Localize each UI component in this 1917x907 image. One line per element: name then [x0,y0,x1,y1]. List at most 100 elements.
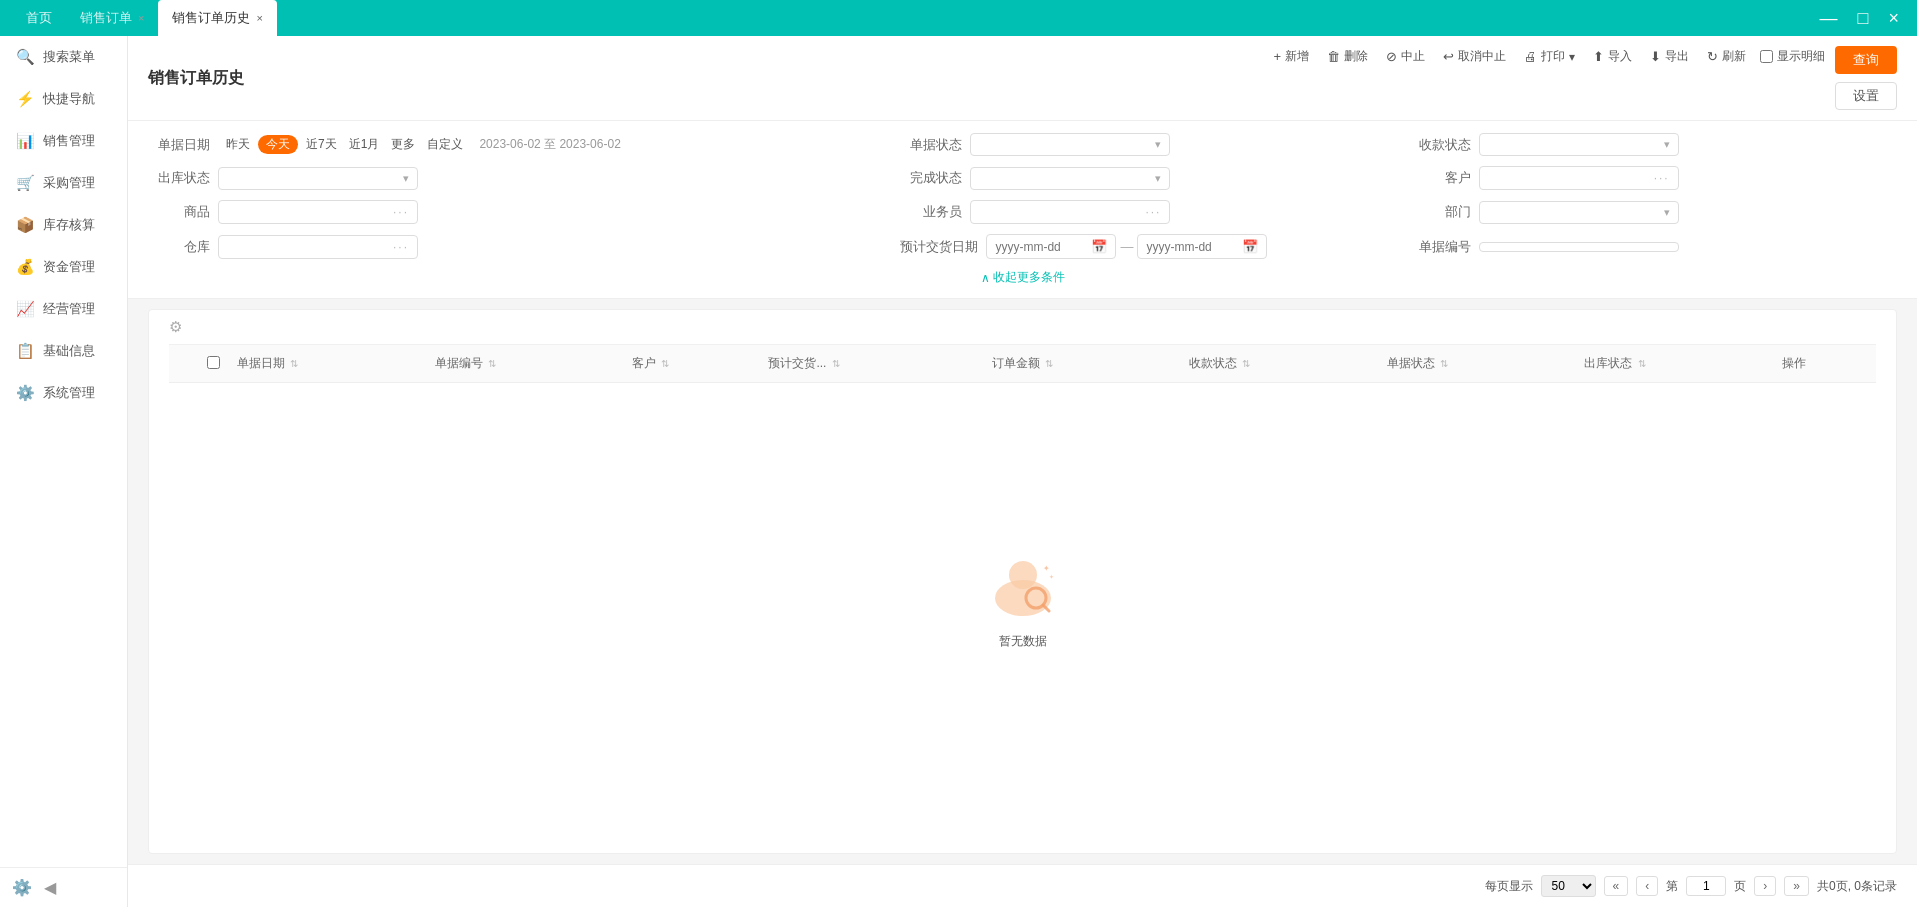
new-icon: + [1273,49,1281,64]
topbar-maximize-button[interactable]: □ [1852,8,1875,29]
tab-sales-order[interactable]: 销售订单 × [66,0,158,36]
stop-button[interactable]: ⊘ 中止 [1382,46,1429,67]
department-select[interactable]: ▾ [1479,201,1679,224]
completion-status-select[interactable]: ▾ [970,167,1170,190]
collapse-button[interactable]: ∧ 收起更多条件 [981,269,1065,286]
topbar-close-button[interactable]: — [1814,8,1844,29]
first-page-button[interactable]: « [1604,876,1629,896]
date-more[interactable]: 更多 [387,135,419,154]
date-yesterday[interactable]: 昨天 [222,135,254,154]
sidebar-item-finance[interactable]: 💰 资金管理 [0,246,127,288]
new-label: 新增 [1285,48,1309,65]
expected-delivery-end-field[interactable] [1146,240,1236,254]
query-button[interactable]: 查询 [1835,46,1897,74]
next-page-button[interactable]: › [1754,876,1776,896]
th-date[interactable]: 单据日期 ⇅ [229,345,427,383]
table-toolbar: ⚙ [169,310,1876,345]
sidebar-item-operations[interactable]: 📈 经营管理 [0,288,127,330]
customer-label: 客户 [1409,169,1479,187]
print-dropdown-icon[interactable]: ▾ [1569,50,1575,64]
select-all-checkbox[interactable] [207,356,220,369]
warehouse-input[interactable]: ··· [218,235,418,259]
sidebar-item-system[interactable]: ⚙️ 系统管理 [0,372,127,414]
th-delivery-status-sort-icon: ⇅ [1638,358,1646,369]
refresh-button[interactable]: ↻ 刷新 [1703,46,1750,67]
th-expected-delivery[interactable]: 预计交货... ⇅ [760,345,983,383]
last-page-button[interactable]: » [1784,876,1809,896]
export-button[interactable]: ⬇ 导出 [1646,46,1693,67]
page-size-label: 每页显示 [1485,878,1533,895]
th-receipt-status[interactable]: 收款状态 ⇅ [1181,345,1379,383]
th-number[interactable]: 单据编号 ⇅ [427,345,625,383]
receipt-status-select[interactable]: ▾ [1479,133,1679,156]
th-customer[interactable]: 客户 ⇅ [624,345,760,383]
table-area: ⚙ 单据日期 ⇅ 单据编号 ⇅ [148,309,1897,854]
import-icon: ⬆ [1593,49,1604,64]
filter-row-1: 单据日期 昨天 今天 近7天 近1月 更多 自定义 2023-06-02 至 2… [148,133,1897,156]
new-button[interactable]: + 新增 [1269,46,1313,67]
sidebar-item-quick-nav[interactable]: ⚡ 快捷导航 [0,78,127,120]
th-order-status-label: 单据状态 [1387,356,1435,370]
sidebar-item-sales-mgmt[interactable]: 📊 销售管理 [0,120,127,162]
data-table: 单据日期 ⇅ 单据编号 ⇅ 客户 ⇅ 预计交货... [169,345,1876,810]
th-operations: 操作 [1774,345,1876,383]
delivery-status-select[interactable]: ▾ [218,167,418,190]
svg-point-1 [1009,561,1037,589]
cancel-stop-label: 取消中止 [1458,48,1506,65]
sidebar-item-base-info[interactable]: 📋 基础信息 [0,330,127,372]
date-last7[interactable]: 近7天 [302,135,341,154]
sidebar-item-purchase-mgmt[interactable]: 🛒 采购管理 [0,162,127,204]
topbar-window-close-button[interactable]: × [1882,8,1905,29]
tab-sales-order-close[interactable]: × [138,12,144,24]
expected-delivery-end-input[interactable]: 📅 [1137,234,1267,259]
order-status-chevron-icon: ▾ [1155,138,1161,151]
tab-home-label: 首页 [26,9,52,27]
print-button[interactable]: 🖨 打印 ▾ [1520,46,1579,67]
order-status-select[interactable]: ▾ [970,133,1170,156]
filter-group-salesperson: 业务员 ··· [900,200,1388,224]
export-label: 导出 [1665,48,1689,65]
table-body: ✦ ✦ 暂无数据 [169,383,1876,811]
stop-label: 中止 [1401,48,1425,65]
order-status-label: 单据状态 [900,136,970,154]
date-custom[interactable]: 自定义 [423,135,467,154]
import-button[interactable]: ⬆ 导入 [1589,46,1636,67]
th-delivery-status[interactable]: 出库状态 ⇅ [1576,345,1774,383]
delivery-status-chevron-icon: ▾ [403,172,409,185]
show-detail-checkbox[interactable] [1760,50,1773,63]
date-last1m[interactable]: 近1月 [345,135,384,154]
goods-input[interactable]: ··· [218,200,418,224]
cancel-stop-button[interactable]: ↩ 取消中止 [1439,46,1510,67]
customer-input[interactable]: ··· [1479,166,1679,190]
tab-sales-order-history[interactable]: 销售订单历史 × [158,0,276,36]
tab-sales-order-history-label: 销售订单历史 [172,9,250,27]
stop-icon: ⊘ [1386,49,1397,64]
sidebar-bottom: ⚙️ ◀ [0,867,127,907]
sidebar-item-search-menu[interactable]: 🔍 搜索菜单 [0,36,127,78]
sidebar-item-quick-nav-label: 快捷导航 [43,90,95,108]
order-number-input[interactable] [1479,242,1679,252]
collapse-label: 收起更多条件 [993,269,1065,286]
page-number-input[interactable] [1686,876,1726,896]
table-settings-icon[interactable]: ⚙ [169,318,182,336]
salesperson-input[interactable]: ··· [970,200,1170,224]
sidebar-settings-icon[interactable]: ⚙️ [12,878,32,897]
prev-page-button[interactable]: ‹ [1636,876,1658,896]
tab-sales-order-label: 销售订单 [80,9,132,27]
th-order-amount[interactable]: 订单金额 ⇅ [984,345,1182,383]
settings-button[interactable]: 设置 [1835,82,1897,110]
tab-home[interactable]: 首页 [12,0,66,36]
page-size-select[interactable]: 50 10 20 100 [1541,875,1596,897]
expected-delivery-start-field[interactable] [995,240,1085,254]
th-order-amount-sort-icon: ⇅ [1045,358,1053,369]
expected-delivery-label: 预计交货日期 [900,238,986,256]
total-text: 共0页, 0条记录 [1817,878,1897,895]
expected-delivery-start-input[interactable]: 📅 [986,234,1116,259]
sidebar-item-inventory[interactable]: 📦 库存核算 [0,204,127,246]
date-today[interactable]: 今天 [258,135,298,154]
th-order-status[interactable]: 单据状态 ⇅ [1379,345,1577,383]
sidebar-collapse-icon[interactable]: ◀ [44,878,56,897]
delete-button[interactable]: 🗑 删除 [1323,46,1372,67]
tab-sales-order-history-close[interactable]: × [256,12,262,24]
filter-row-4: 仓库 ··· 预计交货日期 📅 — 📅 [148,234,1897,259]
